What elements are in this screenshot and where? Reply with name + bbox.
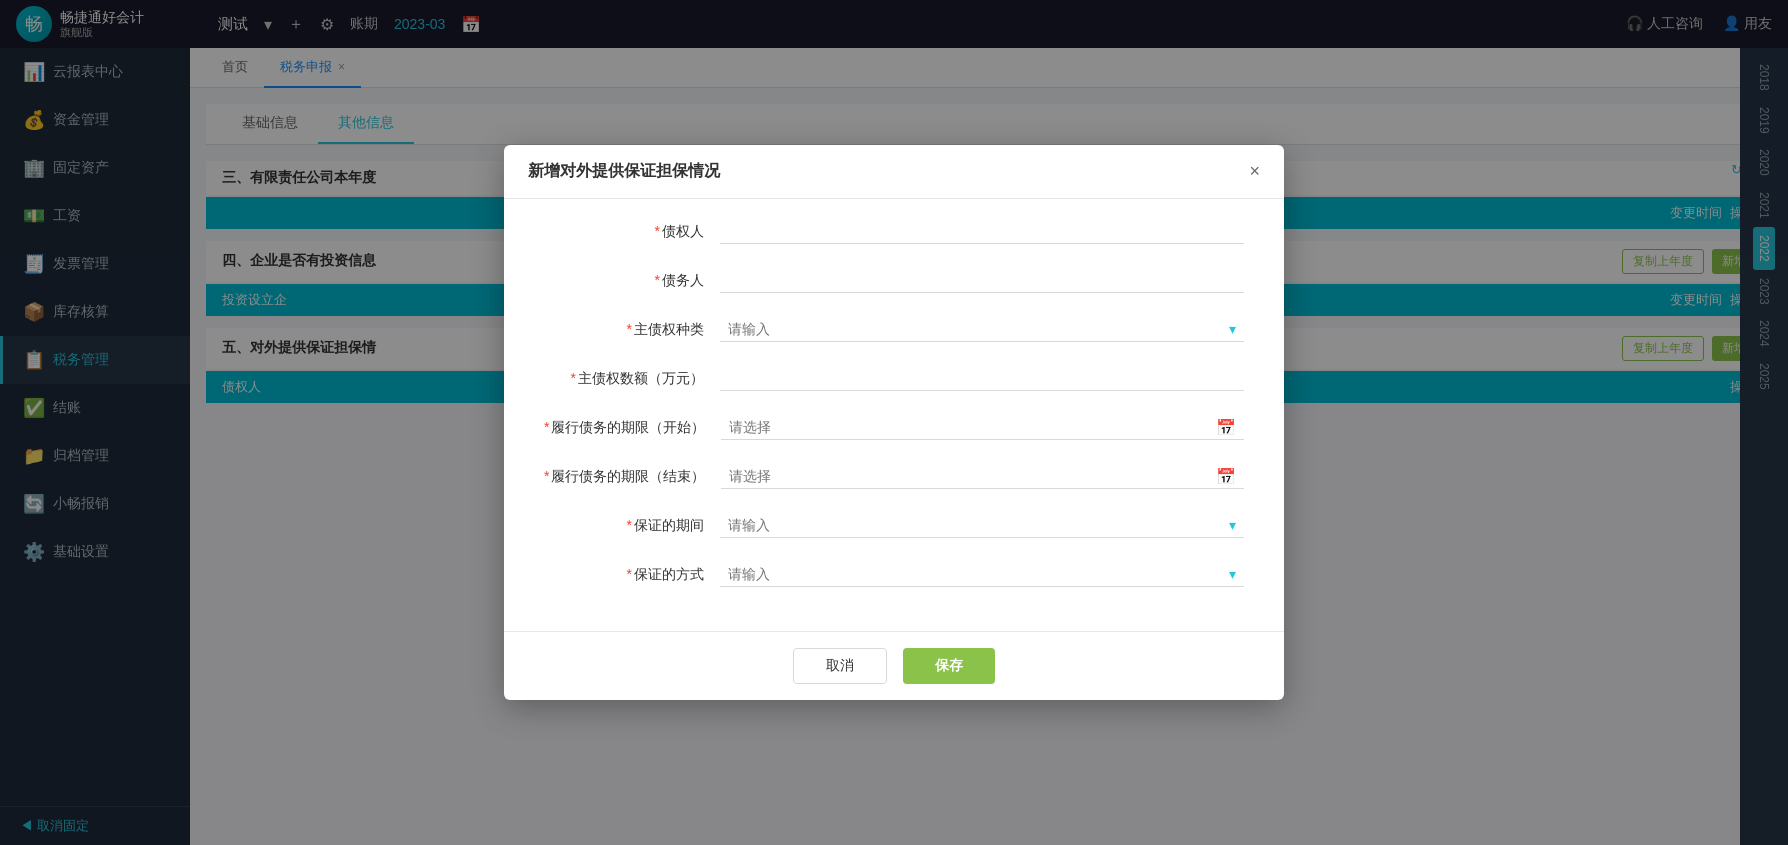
date-input-period-start[interactable] [721, 415, 1208, 439]
cancel-button[interactable]: 取消 [793, 648, 887, 684]
input-creditor[interactable] [720, 219, 1244, 244]
modal-footer: 取消 保存 [504, 631, 1284, 700]
form-label-claim-amount: *主债权数额（万元） [544, 370, 704, 388]
chevron-down-icon-claim-type: ▾ [1221, 321, 1244, 337]
form-label-guarantee-method: *保证的方式 [544, 566, 704, 584]
form-row-debtor: *债务人 [544, 268, 1244, 293]
form-row-creditor: *债权人 [544, 219, 1244, 244]
modal-close-btn[interactable]: × [1249, 161, 1260, 182]
form-row-guarantee-method: *保证的方式 ▾ [544, 562, 1244, 587]
form-label-claim-type: *主债权种类 [544, 321, 704, 339]
form-row-claim-amount: *主债权数额（万元） [544, 366, 1244, 391]
form-label-debtor: *债务人 [544, 272, 704, 290]
form-label-period-start: *履行债务的期限（开始） [544, 419, 705, 437]
chevron-down-icon-guarantee-period: ▾ [1221, 517, 1244, 533]
input-debtor[interactable] [720, 268, 1244, 293]
form-row-period-start: *履行债务的期限（开始） 📅 [544, 415, 1244, 440]
form-row-period-end: *履行债务的期限（结束） 📅 [544, 464, 1244, 489]
select-wrapper-guarantee-period[interactable]: ▾ [720, 513, 1244, 538]
form-label-guarantee-period: *保证的期间 [544, 517, 704, 535]
calendar-icon-period-start: 📅 [1208, 418, 1244, 437]
form-label-creditor: *债权人 [544, 223, 704, 241]
select-input-guarantee-period[interactable] [720, 513, 1221, 537]
modal-body: *债权人 *债务人 *主债权种类 ▾ *主债权数额（万元） *履行债务的期限（开始） … [504, 199, 1284, 631]
select-input-guarantee-method[interactable] [720, 562, 1221, 586]
modal: 新增对外提供保证担保情况 × *债权人 *债务人 *主债权种类 ▾ *主债权数额（万… [504, 145, 1284, 700]
input-claim-amount[interactable] [720, 366, 1244, 391]
chevron-down-icon-guarantee-method: ▾ [1221, 566, 1244, 582]
date-wrapper-period-start[interactable]: 📅 [721, 415, 1244, 440]
modal-title: 新增对外提供保证担保情况 [528, 161, 720, 182]
form-label-period-end: *履行债务的期限（结束） [544, 468, 705, 486]
modal-header: 新增对外提供保证担保情况 × [504, 145, 1284, 199]
calendar-icon-period-end: 📅 [1208, 467, 1244, 486]
modal-overlay[interactable]: 新增对外提供保证担保情况 × *债权人 *债务人 *主债权种类 ▾ *主债权数额（万… [0, 0, 1788, 845]
date-wrapper-period-end[interactable]: 📅 [721, 464, 1244, 489]
date-input-period-end[interactable] [721, 464, 1208, 488]
form-row-guarantee-period: *保证的期间 ▾ [544, 513, 1244, 538]
select-wrapper-guarantee-method[interactable]: ▾ [720, 562, 1244, 587]
select-wrapper-claim-type[interactable]: ▾ [720, 317, 1244, 342]
form-row-claim-type: *主债权种类 ▾ [544, 317, 1244, 342]
select-input-claim-type[interactable] [720, 317, 1221, 341]
save-button[interactable]: 保存 [903, 648, 995, 684]
